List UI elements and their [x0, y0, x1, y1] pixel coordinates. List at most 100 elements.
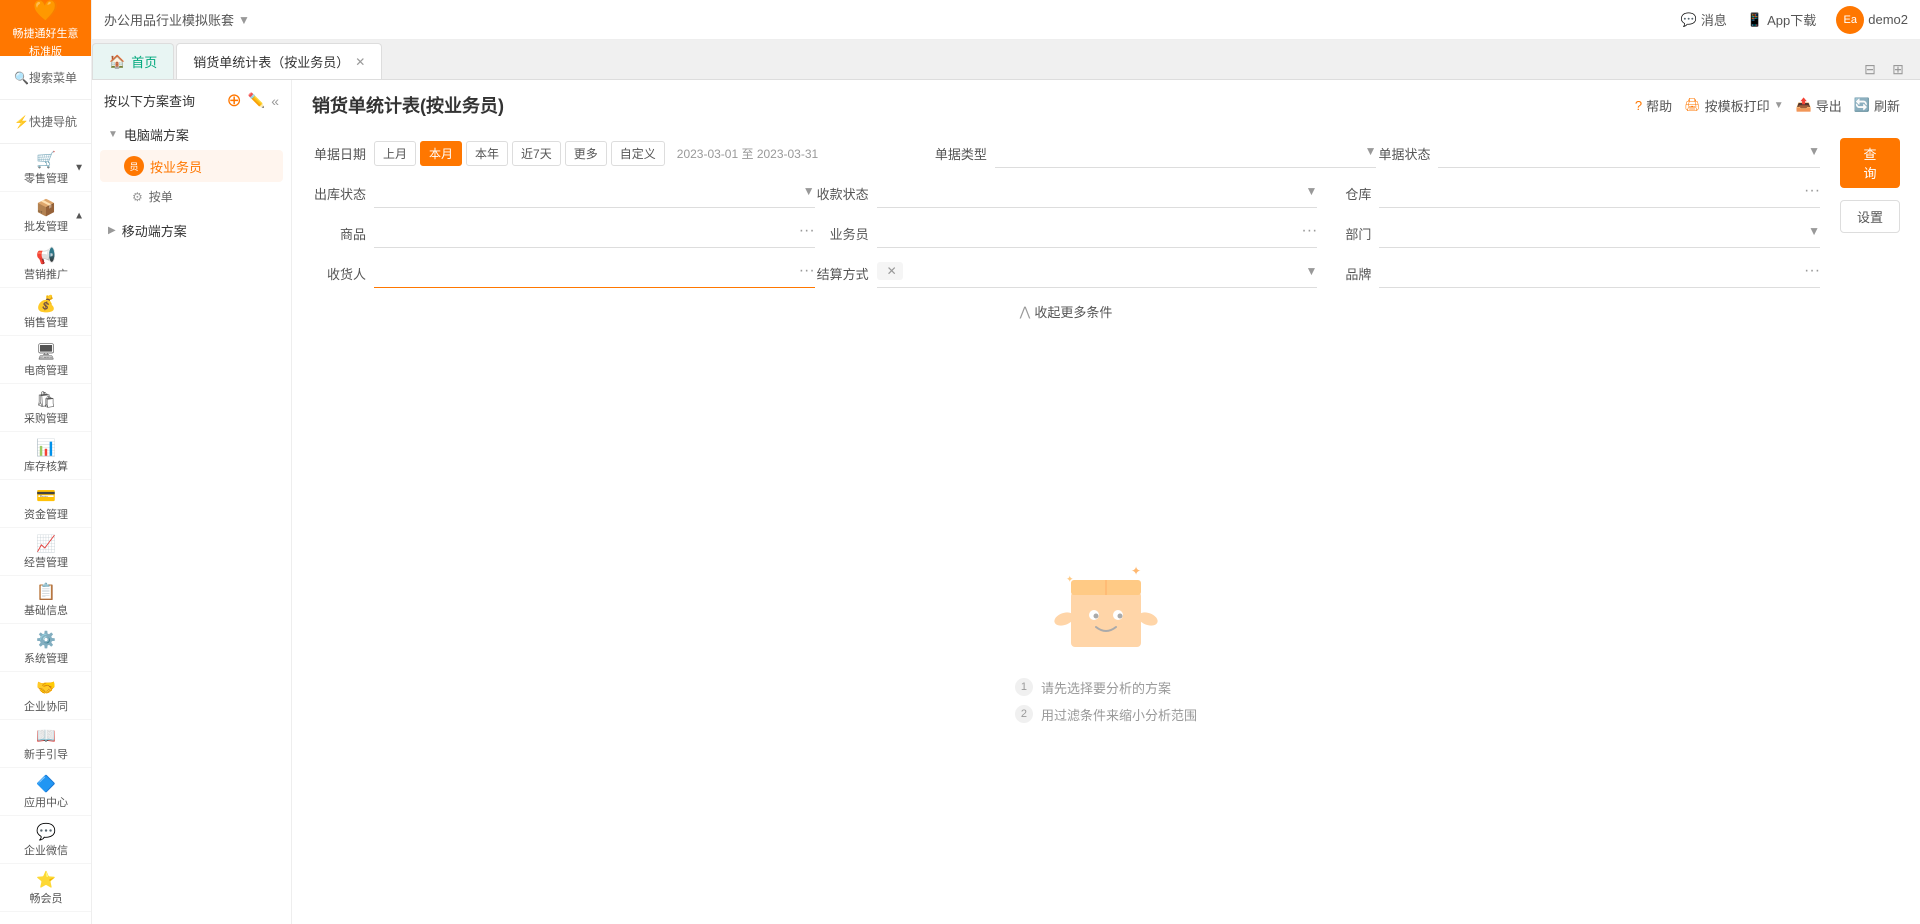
salesperson-label: 业务员 — [815, 224, 869, 243]
warehouse-dropdown[interactable]: ··· — [1379, 178, 1820, 208]
filter-collect-status: 收款状态 ▼ — [815, 178, 1318, 208]
brand-dropdown[interactable]: ··· — [1379, 258, 1820, 288]
sidebar-nav: 🛒 零售管理 ▼ 📦 批发管理 ▲ 📢 营销推广 💰 销售管理 🖥 电商管理 🛍… — [0, 144, 91, 924]
sidebar-item-sales[interactable]: 💰 销售管理 — [0, 288, 91, 336]
collect-status-dropdown[interactable]: ▼ — [877, 178, 1318, 208]
tab-report[interactable]: 销货单统计表（按业务员） ✕ — [176, 43, 382, 79]
doc-status-dropdown[interactable]: ▼ — [1438, 138, 1820, 168]
dept-chevron: ▼ — [1808, 224, 1820, 238]
sidebar-item-wholesale[interactable]: 📦 批发管理 ▲ — [0, 192, 91, 240]
salesperson-dots[interactable]: ··· — [1301, 222, 1317, 240]
doc-type-dropdown[interactable]: ▼ — [995, 138, 1377, 168]
empty-state: ✦ ✦ 1 请先选择要分析的方案 2 用过滤条件来缩小分析范围 — [292, 341, 1920, 924]
sidebar-item-system[interactable]: ⚙️ 系统管理 — [0, 624, 91, 672]
mobile-scheme-label: 移动端方案 — [122, 221, 187, 240]
settlement-dropdown[interactable]: ✕ ▼ — [877, 258, 1318, 288]
plan-group-mobile-header[interactable]: ▶ 移动端方案 — [100, 215, 283, 246]
left-panel-title: 按以下方案查询 — [104, 91, 195, 110]
window-controls: ⊟ ⊞ — [1860, 59, 1920, 79]
goods-dropdown[interactable]: ··· — [374, 218, 815, 248]
refresh-btn[interactable]: 🔄 刷新 — [1854, 96, 1900, 115]
plan-subitem-order[interactable]: ⚙ 按单 — [100, 182, 283, 211]
main-area: 办公用品行业模拟账套 ▼ 💬 消息 📱 App下载 Ea demo2 🏠 — [92, 0, 1920, 924]
plan-group-desktop-header[interactable]: ▼ 电脑端方案 — [100, 119, 283, 150]
sidebar-ecommerce-label: 电商管理 — [24, 362, 68, 378]
user-avatar-area[interactable]: Ea demo2 — [1836, 6, 1908, 34]
add-scheme-btn[interactable]: ⊕ — [227, 90, 242, 111]
tab-report-close[interactable]: ✕ — [355, 55, 365, 69]
message-btn[interactable]: 💬 消息 — [1681, 10, 1727, 29]
sidebar-item-purchase[interactable]: 🛍 采购管理 — [0, 384, 91, 432]
consignee-dots[interactable]: ··· — [799, 262, 815, 280]
sidebar-logo[interactable]: 🧡 畅捷通好生意 标准版 — [0, 0, 92, 56]
filter-buttons: 查询 设置 — [1840, 126, 1920, 341]
window-minimize[interactable]: ⊟ — [1860, 59, 1880, 79]
sidebar-item-apps[interactable]: 🔷 应用中心 — [0, 768, 91, 816]
basic-icon: 📋 — [36, 582, 56, 602]
sidebar-item-ecommerce[interactable]: 🖥 电商管理 — [0, 336, 91, 384]
sidebar-quick-label: 快捷导航 — [29, 113, 77, 130]
sidebar-item-member[interactable]: ⭐ 畅会员 — [0, 864, 91, 912]
sidebar-corp-label: 企业协同 — [24, 698, 68, 714]
tab-home[interactable]: 🏠 首页 — [92, 43, 174, 79]
print-btn[interactable]: 🖨 按模板打印 ▼ — [1684, 96, 1783, 115]
setting-button[interactable]: 设置 — [1840, 200, 1900, 233]
dept-dropdown[interactable]: ▼ — [1379, 218, 1820, 248]
sidebar-item-corp[interactable]: 🤝 企业协同 — [0, 672, 91, 720]
sidebar-item-basic[interactable]: 📋 基础信息 — [0, 576, 91, 624]
collapse-panel-btn[interactable]: « — [271, 93, 279, 109]
tabs-bar: 🏠 首页 销货单统计表（按业务员） ✕ ⊟ ⊞ — [92, 40, 1920, 80]
sidebar-marketing-label: 营销推广 — [24, 266, 68, 282]
sidebar-inventory-label: 库存核算 — [24, 458, 68, 474]
window-maximize[interactable]: ⊞ — [1888, 59, 1908, 79]
order-scheme-label: 按单 — [149, 188, 173, 205]
date-btn-custom[interactable]: 自定义 — [611, 141, 665, 166]
sidebar-item-operation[interactable]: 📈 经营管理 — [0, 528, 91, 576]
page-title: 销货单统计表(按业务员) — [312, 92, 504, 118]
collapse-btn[interactable]: ⋀ 收起更多条件 — [312, 298, 1820, 329]
date-range-display: 2023-03-01 至 2023-03-31 — [677, 145, 818, 162]
sidebar-system-label: 系统管理 — [24, 650, 68, 666]
refresh-label: 刷新 — [1874, 96, 1900, 115]
export-btn[interactable]: 📤 导出 — [1796, 96, 1842, 115]
warehouse-dots[interactable]: ··· — [1804, 182, 1820, 200]
tab-report-label: 销货单统计表（按业务员） — [193, 52, 349, 71]
sidebar-item-quick[interactable]: ⚡ 快捷导航 — [0, 100, 92, 144]
retail-icon: 🛒 — [36, 150, 56, 170]
filter-and-btn: 单据日期 上月 本月 本年 近7天 更多 自定义 — [292, 126, 1920, 341]
edit-scheme-btn[interactable]: ✏️ — [248, 92, 265, 109]
goods-dots[interactable]: ··· — [799, 222, 815, 240]
filter-row-2: 出库状态 ▼ 收款状态 — [312, 178, 1820, 208]
app-download-btn[interactable]: 📱 App下载 — [1747, 10, 1816, 29]
date-btn-last-month[interactable]: 上月 — [374, 141, 416, 166]
sidebar-item-newbie[interactable]: 📖 新手引导 — [0, 720, 91, 768]
sidebar-item-search[interactable]: 🔍 搜索菜单 — [0, 56, 92, 100]
date-btn-more[interactable]: 更多 — [565, 141, 607, 166]
tab-home-label: 首页 — [131, 52, 157, 71]
wholesale-arrow: ▲ — [74, 210, 84, 221]
plan-item-salesperson[interactable]: 员 按业务员 — [100, 150, 283, 182]
consignee-dropdown[interactable]: ··· — [374, 258, 815, 288]
top-header: 办公用品行业模拟账套 ▼ 💬 消息 📱 App下载 Ea demo2 — [92, 0, 1920, 40]
sidebar-item-inventory[interactable]: 📊 库存核算 — [0, 432, 91, 480]
sidebar-wechat-label: 企业微信 — [24, 842, 68, 858]
date-btn-7days[interactable]: 近7天 — [512, 141, 561, 166]
query-button[interactable]: 查询 — [1840, 138, 1900, 188]
help-btn[interactable]: ? 帮助 — [1635, 96, 1672, 115]
settlement-tag-close[interactable]: ✕ — [887, 264, 897, 278]
account-selector[interactable]: 办公用品行业模拟账套 ▼ — [104, 10, 250, 29]
avatar-initials: Ea — [1844, 14, 1857, 26]
brand-dots[interactable]: ··· — [1804, 262, 1820, 280]
sidebar-item-marketing[interactable]: 📢 营销推广 — [0, 240, 91, 288]
date-btn-this-year[interactable]: 本年 — [466, 141, 508, 166]
sidebar-item-finance[interactable]: 💳 资金管理 — [0, 480, 91, 528]
sidebar-item-wechat[interactable]: 💬 企业微信 — [0, 816, 91, 864]
out-status-dropdown[interactable]: ▼ — [374, 178, 815, 208]
corp-icon: 🤝 — [36, 678, 56, 698]
filter-row-4: 收货人 ··· 结算方式 — [312, 258, 1820, 288]
date-label: 单据日期 — [312, 144, 366, 163]
date-btn-this-month[interactable]: 本月 — [420, 141, 462, 166]
retail-arrow: ▼ — [74, 162, 84, 173]
sidebar-item-retail[interactable]: 🛒 零售管理 ▼ — [0, 144, 91, 192]
salesperson-dropdown[interactable]: ··· — [877, 218, 1318, 248]
